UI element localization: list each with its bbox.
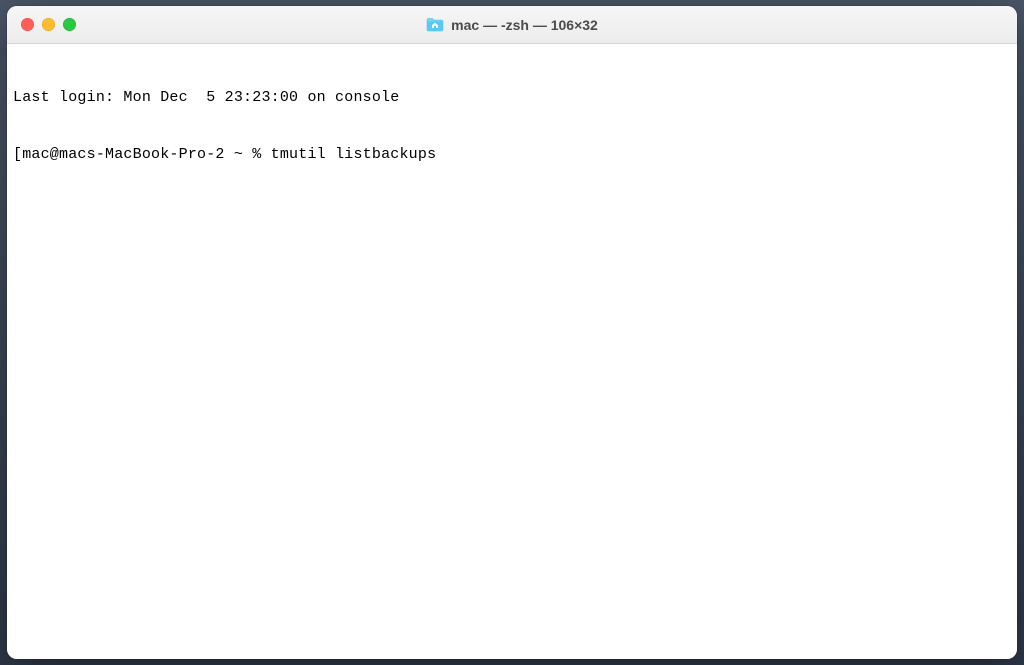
window-title-area: mac — -zsh — 106×32 xyxy=(7,17,1017,33)
terminal-line-login: Last login: Mon Dec 5 23:23:00 on consol… xyxy=(13,88,1013,107)
zoom-button[interactable] xyxy=(63,18,76,31)
close-button[interactable] xyxy=(21,18,34,31)
home-folder-icon xyxy=(426,17,444,32)
window-title: mac — -zsh — 106×32 xyxy=(451,17,598,33)
titlebar[interactable]: mac — -zsh — 106×32 xyxy=(7,6,1017,44)
terminal-window: mac — -zsh — 106×32 Last login: Mon Dec … xyxy=(7,6,1017,659)
shell-prompt: mac@macs-MacBook-Pro-2 ~ % xyxy=(22,146,270,163)
command-text: tmutil listbackups xyxy=(271,146,437,163)
traffic-lights xyxy=(7,18,76,31)
terminal-line-prompt: [mac@macs-MacBook-Pro-2 ~ % tmutil listb… xyxy=(13,145,1013,164)
terminal-body[interactable]: Last login: Mon Dec 5 23:23:00 on consol… xyxy=(7,44,1017,659)
minimize-button[interactable] xyxy=(42,18,55,31)
last-login-text: Last login: Mon Dec 5 23:23:00 on consol… xyxy=(13,89,399,106)
prompt-bracket: [ xyxy=(13,146,22,163)
